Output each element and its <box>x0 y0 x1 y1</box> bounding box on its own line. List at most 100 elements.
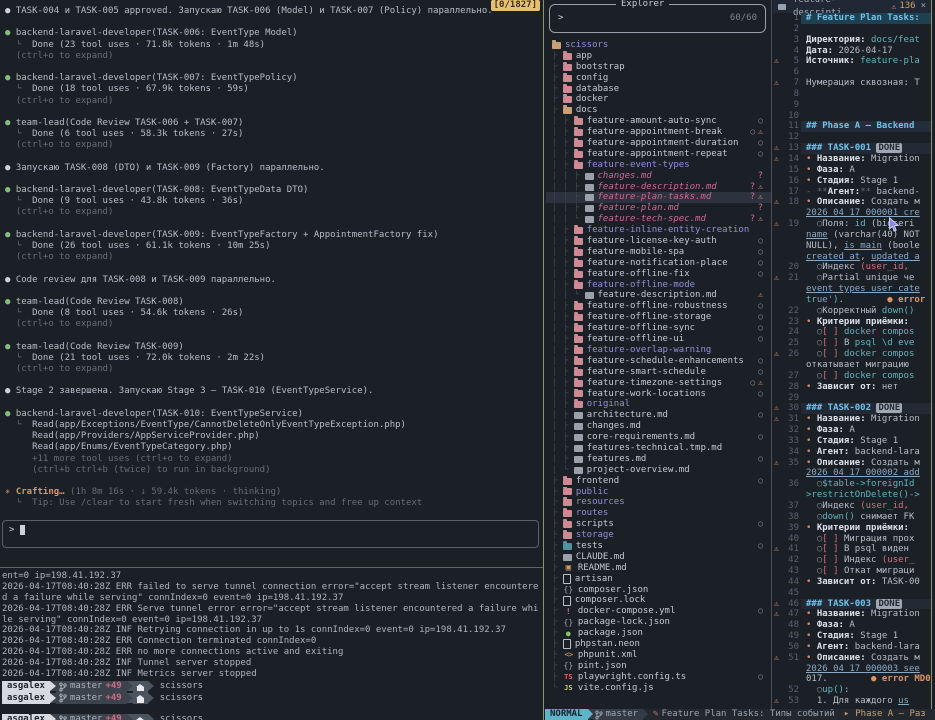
tree-item-feature-notification-place[interactable]: │ ├ feature-notification-place ○ <box>546 257 771 269</box>
tree-item-project-overview.md[interactable]: │ └ project-overview.md <box>546 465 771 476</box>
tree-item-feature-plan.md[interactable]: │ │ ├ feature-plan.md? <box>546 203 771 214</box>
editor-line[interactable]: ⚠ 51 • Описание: Создать м <box>773 653 931 664</box>
editor-line[interactable]: 32 • Фаза: A <box>773 425 931 436</box>
editor-line[interactable]: ⚠ 47 • Название: Migration <box>773 609 931 620</box>
tree-item-routes[interactable]: ├ routes <box>546 508 771 519</box>
editor-line[interactable]: 9 <box>773 100 931 111</box>
editor-line[interactable]: 50 • Агент: backend-lara <box>773 642 931 653</box>
editor-line[interactable]: 11 ## Phase A — Backend <box>773 121 931 133</box>
editor-line[interactable]: 017. ● error MD01 <box>773 674 931 685</box>
tree-item-feature-tech-spec.md[interactable]: │ │ └ feature-tech-spec.md? ⚠ <box>546 214 771 225</box>
tree-item-feature-work-locations[interactable]: │ ├ feature-work-locations ○ <box>546 388 771 400</box>
editor-line[interactable]: 43 ○[ ] Откат миграци <box>773 566 931 577</box>
editor-line[interactable]: 4 Дата: 2026-04-17 <box>773 46 931 57</box>
tree-item-feature-offline-sync[interactable]: │ ├ feature-offline-sync ○ <box>546 323 771 334</box>
editor-line[interactable]: 10 <box>773 111 931 122</box>
claude-input[interactable]: > <box>2 520 539 548</box>
editor-line[interactable]: 22 ○Корректный down() <box>773 306 931 317</box>
tree-item-artisan[interactable]: ├ artisan <box>546 574 771 585</box>
tree-item-feature-schedule-enhancements[interactable]: │ ├ feature-schedule-enhancements ○ <box>546 355 771 367</box>
editor-line[interactable]: ⚠ 5 Источник: feature-pla <box>773 56 931 67</box>
editor-line[interactable]: 38 ○down() снимает FK <box>773 512 931 523</box>
tree-item-scissors[interactable]: scissors <box>546 40 771 51</box>
editor-line[interactable]: 45 <box>773 588 931 599</box>
editor-line[interactable]: ⚠ 26 ○[ ] docker compos <box>773 349 931 360</box>
editor-line[interactable]: 36 ○$table->foreignId <box>773 479 931 490</box>
tree-item-feature-inline-entity-creation[interactable]: │ ├ feature-inline-entity-creation <box>546 225 771 236</box>
editor-line[interactable]: 37 ○Индекс (user_id, <box>773 501 931 512</box>
tree-item-feature-overlap-warning[interactable]: │ ├ feature-overlap-warning <box>546 344 771 356</box>
tree-item-features.md[interactable]: │ ├ features.md ○ <box>546 454 771 465</box>
tmux-vertical-split[interactable] <box>543 0 544 720</box>
tree-item-feature-amount-auto-sync[interactable]: │ ├ feature-amount-auto-sync ○ <box>546 116 771 127</box>
tree-item-feature-appointment-repeat[interactable]: │ ├ feature-appointment-repeat ○ <box>546 148 771 160</box>
editor-line[interactable]: 6 <box>773 67 931 78</box>
editor-line[interactable]: ⚠ 46 ### TASK-003 DONE <box>773 598 931 610</box>
tree-item-changes.md[interactable]: │ ├ changes.md <box>546 421 771 432</box>
editor-line[interactable]: event_types_user_cate <box>773 284 931 295</box>
tree-item-docs[interactable]: ├ docs <box>546 105 771 116</box>
editor-line[interactable]: ⚠ 21 ○Partial unique чe <box>773 273 931 284</box>
tree-item-composer.lock[interactable]: ├ composer.lock <box>546 595 771 606</box>
editor-line[interactable]: 42 ○[ ] Индекс (user_ <box>773 555 931 566</box>
tree-item-composer.json[interactable]: ├ {} composer.json <box>546 585 771 596</box>
editor-line[interactable]: 23 • Критерии приёмки: <box>773 317 931 328</box>
tree-item-feature-appointment-break[interactable]: │ ├ feature-appointment-break ○ ⚠ <box>546 127 771 138</box>
tree-item-feature-offline-mode[interactable]: │ ├ feature-offline-mode <box>546 279 771 291</box>
tree-item-CLAUDE.md[interactable]: ├ CLAUDE.md <box>546 552 771 563</box>
tree-item-feature-license-key-auth[interactable]: │ ├ feature-license-key-auth ○ <box>546 236 771 247</box>
tree-item-feature-description.md[interactable]: │ │ ├ feature-description.md? ⚠ <box>546 182 771 193</box>
editor-line[interactable]: ⚠ 35 • Описание: Создать м <box>773 458 931 469</box>
editor-line[interactable]: 16 • Стадия: Stage 1 <box>773 176 931 187</box>
tree-item-vite.config.js[interactable]: └ JS vite.config.js <box>546 683 771 694</box>
editor-line[interactable]: 34 • Агент: backend-lara <box>773 447 931 458</box>
tree-item-tests[interactable]: ├ tests ○ <box>546 540 771 552</box>
editor-line[interactable]: 48 • Фаза: A <box>773 620 931 631</box>
editor-line[interactable]: created_at, updated_a <box>773 252 931 263</box>
window-separator[interactable] <box>771 0 772 709</box>
tree-item-feature-timezone-settings[interactable]: │ ├ feature-timezone-settings ○ ⚠ <box>546 377 771 389</box>
explorer-filter-box[interactable]: Explorer > 60/60 <box>549 0 766 33</box>
tree-item-feature-description.md[interactable]: │ │ └ feature-description.md ⚠ <box>546 290 771 301</box>
close-icon[interactable]: × <box>921 0 926 13</box>
tree-item-config[interactable]: ├ config <box>546 72 771 84</box>
editor-line[interactable]: ⚠ 13 ### TASK-001 DONE <box>773 143 931 154</box>
tree-item-feature-offline-storage[interactable]: │ ├ feature-offline-storage ○ <box>546 312 771 323</box>
editor-line[interactable]: 20 ○Индекс (user_id, <box>773 262 931 273</box>
tree-item-docker[interactable]: ├ docker <box>546 94 771 105</box>
editor-line[interactable]: 33 • Стадия: Stage 1 <box>773 436 931 447</box>
tree-item-scripts[interactable]: ├ scripts ○ <box>546 519 771 530</box>
editor-line[interactable]: 40 ○[ ] Миграция прох <box>773 534 931 545</box>
editor-line[interactable]: откатывает миграцию <box>773 360 931 371</box>
tree-item-frontend[interactable]: ├ frontend ○ <box>546 475 771 487</box>
editor-line[interactable]: 2026_04_17_000001_cre <box>773 208 931 219</box>
editor-line[interactable]: ⚠ 30 ### TASK-002 DONE <box>773 403 931 415</box>
editor-line[interactable]: 2026_04_17_000003_see <box>773 664 931 675</box>
editor-line[interactable]: NULL), is_main (boole <box>773 241 931 252</box>
editor-line[interactable]: 3 Директория: docs/feat <box>773 35 931 46</box>
tree-item-app[interactable]: ├ app <box>546 50 771 62</box>
tree-item-resources[interactable]: ├ resources <box>546 497 771 508</box>
tree-item-features-technical.tmp.md[interactable]: │ ├ features-technical.tmp.md <box>546 443 771 454</box>
editor-line[interactable]: 17 - **Агент:** backend- <box>773 187 931 198</box>
tree-item-database[interactable]: ├ database <box>546 83 771 95</box>
tree-item-feature-appointment-duration[interactable]: │ ├ feature-appointment-duration ○ <box>546 138 771 149</box>
tree-item-storage[interactable]: ├ storage <box>546 530 771 541</box>
editor-line[interactable]: name (varchar(40) NOT <box>773 230 931 241</box>
tree-item-feature-plan-tasks.md[interactable]: │ │ ├ feature-plan-tasks.md? ⚠ <box>546 192 771 204</box>
tree-item-public[interactable]: ├ public <box>546 486 771 498</box>
tree-item-original[interactable]: │ ├ original <box>546 399 771 410</box>
editor-line[interactable]: 15 • Фаза: A <box>773 165 931 176</box>
tree-item-README.md[interactable]: ├ ▣ README.md <box>546 563 771 574</box>
tree-item-bootstrap[interactable]: ├ bootstrap <box>546 61 771 73</box>
tree-item-package-lock.json[interactable]: ├ {} package-lock.json <box>546 617 771 628</box>
tree-item-feature-offline-robustness[interactable]: │ ├ feature-offline-robustness ○ <box>546 301 771 312</box>
tree-item-package.json[interactable]: ├ ● package.json <box>546 628 771 639</box>
editor-line[interactable]: ⚠ 18 • Описание: Создать м <box>773 197 931 208</box>
editor-buffer[interactable]: 1 # Feature Plan Tasks: 2 3 Директория: docs… <box>773 13 931 707</box>
tree-item-phpstan.neon[interactable]: ├ phpstan.neon <box>546 639 771 650</box>
tmux-horizontal-split[interactable] <box>0 567 543 568</box>
tree-item-pint.json[interactable]: ├ {} pint.json <box>546 661 771 672</box>
editor-line[interactable]: 44 • Зависит от: TASK-00 <box>773 577 931 588</box>
editor-line[interactable]: 29 <box>773 393 931 404</box>
